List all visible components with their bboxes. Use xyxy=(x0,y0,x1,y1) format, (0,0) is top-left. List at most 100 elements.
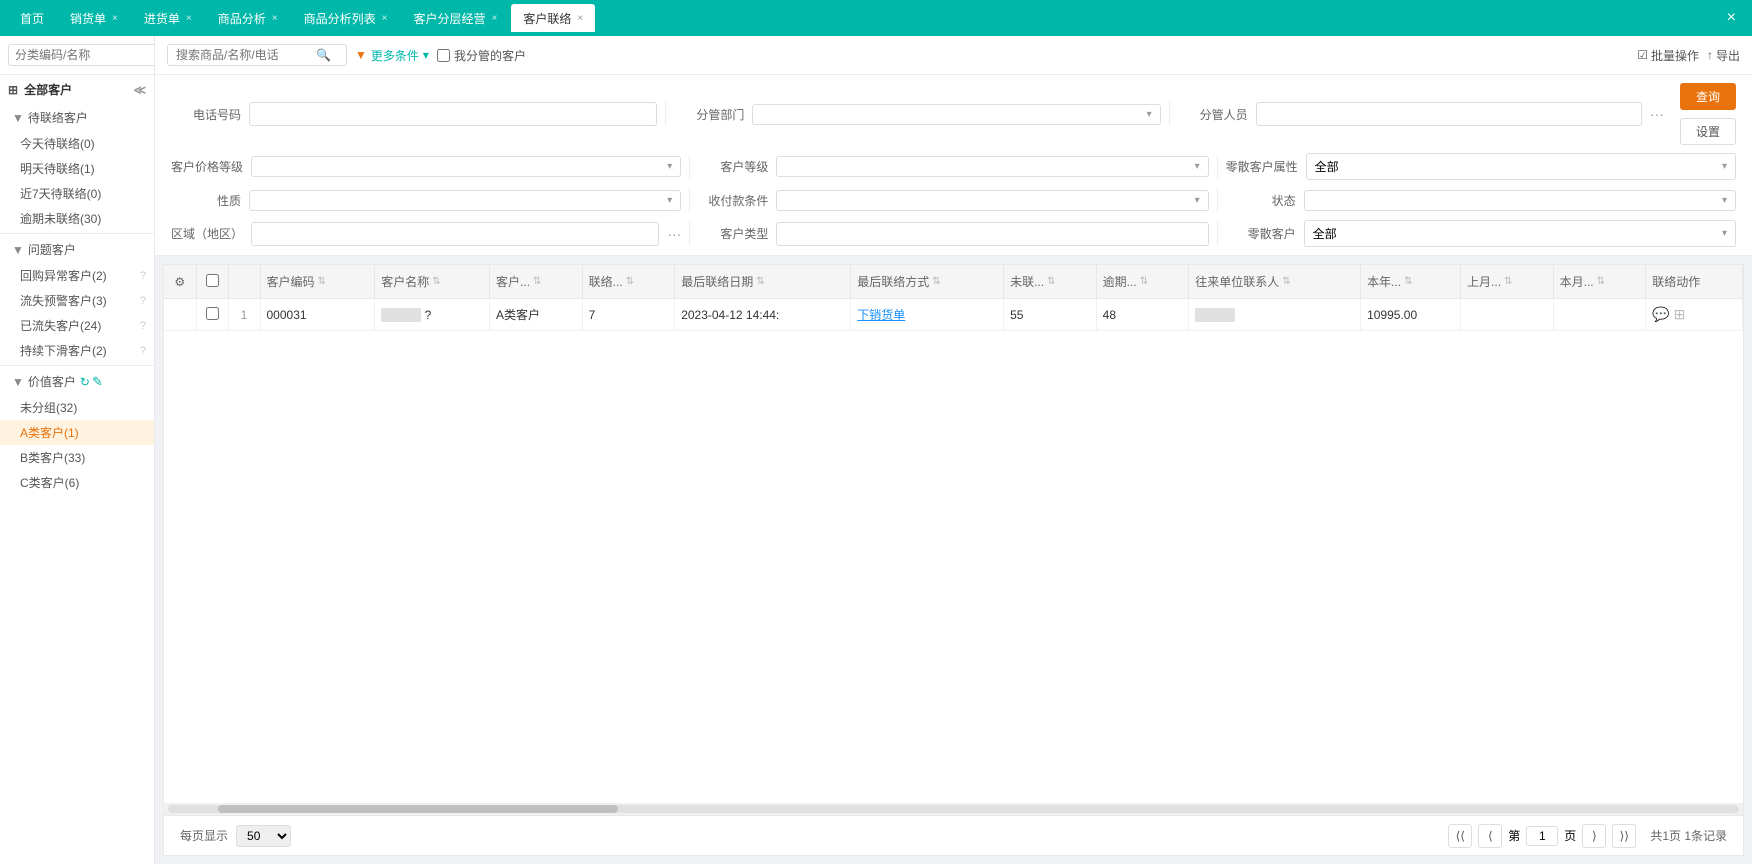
area-input[interactable] xyxy=(251,222,659,246)
customer-level-select[interactable]: ▾ xyxy=(776,156,1208,177)
th-settings[interactable]: ⚙ xyxy=(164,265,196,299)
nav-tab-analysis-list[interactable]: 商品分析列表 × xyxy=(292,4,400,32)
sidebar-item-ungrouped[interactable]: 未分组(32) xyxy=(0,395,154,420)
th-contact[interactable]: 联络... ⇅ xyxy=(582,265,675,299)
sidebar-search-input[interactable] xyxy=(8,44,155,66)
gender-select[interactable]: ▾ xyxy=(249,190,681,211)
th-checkbox[interactable] xyxy=(196,265,228,299)
filter-icon: ▼ xyxy=(355,48,367,62)
filter-search-icon[interactable]: 🔍 xyxy=(316,48,331,62)
th-no-contact[interactable]: 未联... ⇅ xyxy=(1004,265,1097,299)
area-more-icon[interactable]: ··· xyxy=(667,226,681,242)
window-close-button[interactable]: × xyxy=(1719,9,1744,27)
row-last-method[interactable]: 下销货单 xyxy=(851,299,1004,331)
th-last-method[interactable]: 最后联络方式 ⇅ xyxy=(851,265,1004,299)
row-check[interactable] xyxy=(206,307,219,320)
close-icon[interactable]: × xyxy=(382,13,388,24)
settings-button[interactable]: 设置 xyxy=(1680,118,1736,145)
close-icon[interactable]: × xyxy=(491,13,497,24)
nav-tab-sales[interactable]: 销货单 × xyxy=(58,4,130,32)
th-this-year[interactable]: 本年... ⇅ xyxy=(1361,265,1461,299)
edit-icon[interactable]: ✎ xyxy=(92,374,103,390)
nav-tab-home[interactable]: 首页 xyxy=(8,4,56,32)
sidebar-item-near7[interactable]: 近7天待联络(0) xyxy=(0,181,154,206)
problem-customer-group[interactable]: ▼ 问题客户 xyxy=(0,236,154,263)
customer-type-input[interactable] xyxy=(776,222,1208,246)
qrcode-icon[interactable]: ⊞ xyxy=(1674,306,1686,323)
sidebar-item-lost[interactable]: 已流失客户(24) ? xyxy=(0,313,154,338)
gear-icon[interactable]: ⚙ xyxy=(174,275,185,289)
sidebar-search-area: 🔍 xyxy=(0,36,154,75)
sidebar-item-repeat[interactable]: 回购异常客户(2) ? xyxy=(0,263,154,288)
message-icon[interactable]: 💬 xyxy=(1652,306,1669,323)
horizontal-scrollbar[interactable] xyxy=(164,803,1743,815)
last-page-button[interactable]: ⟩⟩ xyxy=(1612,824,1636,848)
th-person[interactable]: 往来单位联系人 ⇅ xyxy=(1189,265,1361,299)
sidebar-item-continue-lost[interactable]: 持续下滑客户(2) ? xyxy=(0,338,154,363)
close-icon[interactable]: × xyxy=(272,13,278,24)
row-this-year: 10995.00 xyxy=(1361,299,1461,331)
row-checkbox[interactable] xyxy=(196,299,228,331)
sidebar-item-overdue[interactable]: 逾期未联络(30) xyxy=(0,206,154,231)
th-last-month[interactable]: 上月... ⇅ xyxy=(1461,265,1554,299)
customer-name-blurred: Ea xyxy=(381,308,421,322)
page-size-select[interactable]: 50 100 xyxy=(236,825,291,847)
next-page-button[interactable]: ⟩ xyxy=(1582,824,1606,848)
nav-tab-customer-contact[interactable]: 客户联络 × xyxy=(511,4,595,32)
nav-tab-customer-segment[interactable]: 客户分层经营 × xyxy=(401,4,509,32)
advanced-filter: 电话号码 分管部门 ▾ 分管人员 ··· xyxy=(155,75,1752,256)
sidebar-item-today[interactable]: 今天待联络(0) xyxy=(0,131,154,156)
th-overdue[interactable]: 逾期... ⇅ xyxy=(1096,265,1189,299)
close-icon[interactable]: × xyxy=(112,13,118,24)
more-filter-button[interactable]: ▼ 更多条件 ▾ xyxy=(355,47,429,64)
row-level: A类客户 xyxy=(490,299,583,331)
sort-icon: ⇅ xyxy=(1597,276,1605,287)
sidebar-item-tomorrow[interactable]: 明天待联络(1) xyxy=(0,156,154,181)
content-area: 🔍 ▼ 更多条件 ▾ 我分管的客户 ☑ 批量操作 ↑ 导出 xyxy=(155,36,1752,864)
top-nav: 首页 销货单 × 进货单 × 商品分析 × 商品分析列表 × 客户分层经营 × … xyxy=(0,0,1752,36)
sidebar-item-a-group[interactable]: A类客户(1) xyxy=(0,420,154,445)
sidebar-item-c-group[interactable]: C类客户(6) xyxy=(0,470,154,495)
dept-select[interactable]: ▾ xyxy=(752,104,1160,125)
page-number-input[interactable] xyxy=(1526,826,1558,846)
price-level-select[interactable]: ▾ xyxy=(251,156,681,177)
table-wrapper[interactable]: ⚙ 客户编码 ⇅ xyxy=(164,265,1743,803)
pending-contact-group[interactable]: ▼ 待联络客户 xyxy=(0,104,154,131)
close-icon[interactable]: × xyxy=(186,13,192,24)
more-icon[interactable]: ··· xyxy=(1650,106,1664,122)
sidebar-item-b-group[interactable]: B类客户(33) xyxy=(0,445,154,470)
batch-op-button[interactable]: ☑ 批量操作 xyxy=(1637,47,1699,64)
sort-icon: ⇅ xyxy=(1282,276,1290,287)
retail-customer-select[interactable]: 全部 ▾ xyxy=(1304,220,1736,247)
refresh-icon[interactable]: ↻ xyxy=(80,375,90,389)
phone-input[interactable] xyxy=(249,102,657,126)
th-name[interactable]: 客户名称 ⇅ xyxy=(375,265,490,299)
last-method-link[interactable]: 下销货单 xyxy=(857,308,905,322)
retail-attr-select[interactable]: 全部 ▾ xyxy=(1306,153,1736,180)
pagination: 每页显示 50 100 ⟨⟨ ⟨ 第 页 ⟩ ⟩⟩ 共1页 1条记录 xyxy=(164,815,1743,855)
filter-cell-retail-attr: 零散客户属性 全部 ▾ xyxy=(1226,153,1736,180)
scrollbar-thumb[interactable] xyxy=(218,805,618,813)
th-last-date[interactable]: 最后联络日期 ⇅ xyxy=(675,265,851,299)
nav-tab-analysis[interactable]: 商品分析 × xyxy=(206,4,290,32)
th-level[interactable]: 客户... ⇅ xyxy=(490,265,583,299)
query-button[interactable]: 查询 xyxy=(1680,83,1736,110)
first-page-button[interactable]: ⟨⟨ xyxy=(1448,824,1472,848)
payment-select[interactable]: ▾ xyxy=(776,190,1208,211)
sidebar-item-lost-pre[interactable]: 流失预警客户(3) ? xyxy=(0,288,154,313)
export-button[interactable]: ↑ 导出 xyxy=(1707,47,1740,64)
close-icon[interactable]: × xyxy=(577,13,583,24)
person-input[interactable] xyxy=(1256,102,1642,126)
th-this-month[interactable]: 本月... ⇅ xyxy=(1553,265,1646,299)
my-customer-check[interactable] xyxy=(437,49,450,62)
all-customer-header[interactable]: ⊞ 全部客户 ≪ xyxy=(0,75,154,104)
filter-divider xyxy=(665,102,666,126)
th-code[interactable]: 客户编码 ⇅ xyxy=(260,265,375,299)
filter-search-input[interactable] xyxy=(176,48,316,62)
my-customer-checkbox[interactable]: 我分管的客户 xyxy=(437,47,526,64)
prev-page-button[interactable]: ⟨ xyxy=(1478,824,1502,848)
status-select[interactable]: ▾ xyxy=(1304,190,1736,211)
nav-tab-purchase[interactable]: 进货单 × xyxy=(132,4,204,32)
select-all-checkbox[interactable] xyxy=(206,274,219,287)
value-customer-group[interactable]: ▼ 价值客户 ↻ ✎ xyxy=(0,368,154,395)
